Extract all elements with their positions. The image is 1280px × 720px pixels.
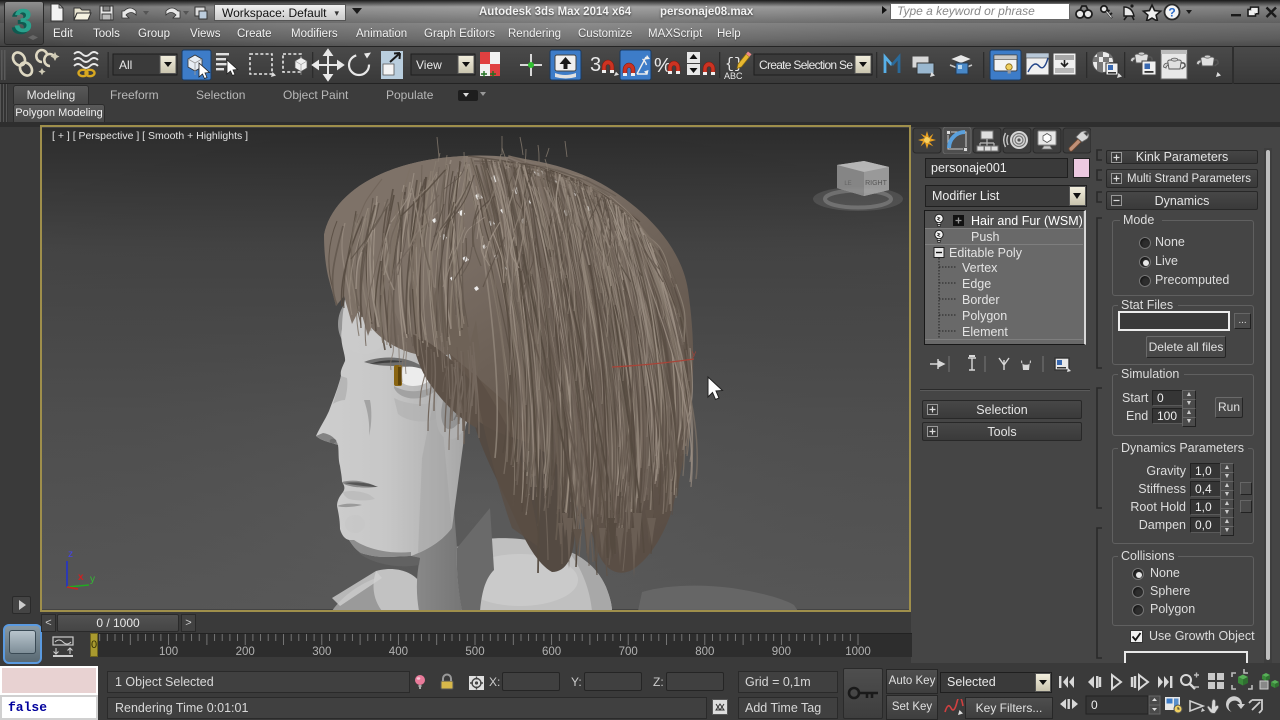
svg-text:Vertex: Vertex — [962, 261, 998, 275]
svg-text:Polygon: Polygon — [962, 309, 1007, 323]
svg-text:y: y — [692, 349, 696, 358]
svg-text:700: 700 — [619, 646, 638, 658]
svg-text:Editable Poly: Editable Poly — [949, 246, 1023, 260]
svg-text:200: 200 — [236, 646, 255, 658]
svg-text:RIGHT: RIGHT — [865, 180, 888, 187]
svg-text:Element: Element — [962, 325, 1008, 339]
svg-text:z: z — [68, 549, 73, 560]
svg-text:View: View — [416, 58, 442, 72]
svg-text:ABC: ABC — [724, 71, 743, 81]
svg-text:Edge: Edge — [962, 277, 991, 291]
svg-text:3: 3 — [590, 54, 601, 76]
svg-text:900: 900 — [772, 646, 791, 658]
svg-text:y: y — [90, 574, 95, 585]
svg-text:0: 0 — [1091, 698, 1098, 712]
svg-text:3: 3 — [14, 4, 32, 39]
svg-text:x: x — [78, 572, 84, 583]
svg-text:Push: Push — [971, 230, 1000, 244]
svg-text:All: All — [119, 58, 132, 72]
svg-text:Border: Border — [962, 293, 1000, 307]
svg-text:600: 600 — [542, 646, 561, 658]
svg-text:400: 400 — [389, 646, 408, 658]
svg-text:Create Selection Se: Create Selection Se — [759, 58, 853, 72]
svg-text:LE: LE — [844, 181, 851, 187]
svg-text:300: 300 — [312, 646, 331, 658]
svg-text:Hair and Fur (WSM): Hair and Fur (WSM) — [971, 214, 1083, 228]
svg-text:1000: 1000 — [845, 646, 871, 658]
svg-text:100: 100 — [159, 646, 178, 658]
svg-text:500: 500 — [465, 646, 484, 658]
svg-text:?: ? — [1168, 6, 1175, 20]
svg-text:800: 800 — [695, 646, 714, 658]
